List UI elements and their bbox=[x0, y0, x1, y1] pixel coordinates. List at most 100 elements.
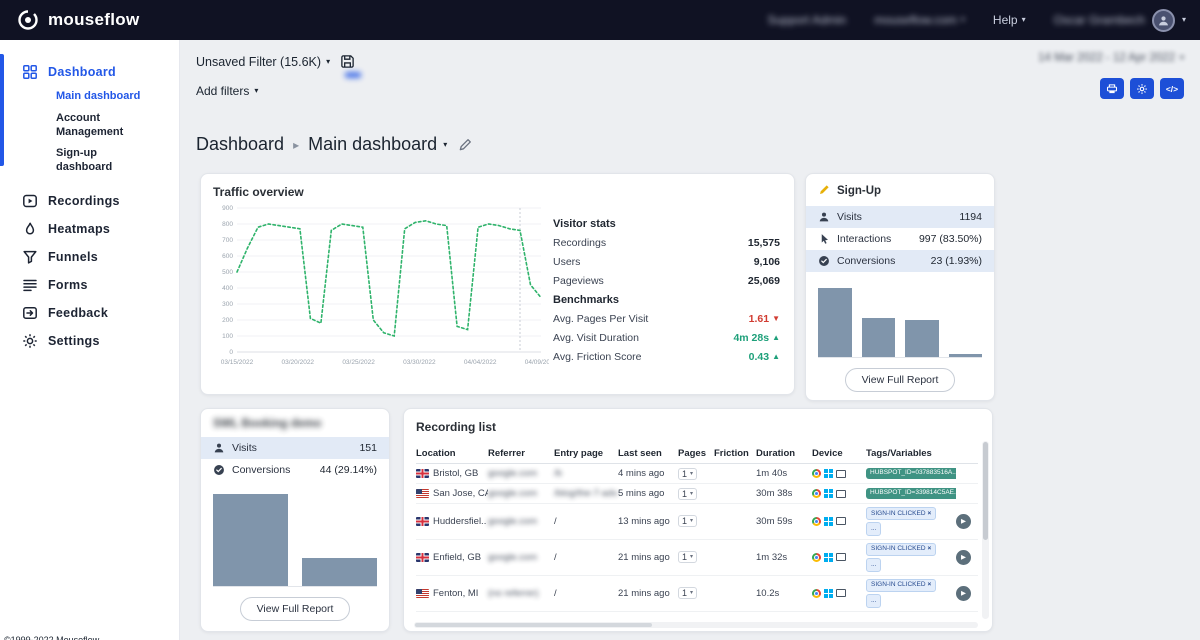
breadcrumb-current-dropdown[interactable]: Main dashboard ▾ bbox=[308, 134, 447, 155]
sidebar-item-feedback[interactable]: Feedback bbox=[0, 299, 179, 327]
mouseflow-logo-icon bbox=[16, 8, 40, 32]
tag-badge[interactable]: ... bbox=[866, 522, 882, 536]
sidebar-item-funnels[interactable]: Funnels bbox=[0, 243, 179, 271]
unsaved-filter-dropdown[interactable]: Unsaved Filter (15.6K) ▾ bbox=[196, 55, 330, 69]
traffic-line-chart[interactable]: 0 100 200 300 400 500 600 700 800 900 03/15/2022 03… bbox=[209, 200, 558, 386]
vertical-scrollbar[interactable] bbox=[982, 441, 989, 619]
svg-text:04/09/2022: 04/09/2022 bbox=[525, 359, 549, 366]
remove-tag-icon[interactable]: × bbox=[928, 581, 932, 588]
svg-text:03/15/2022: 03/15/2022 bbox=[221, 359, 254, 366]
brand[interactable]: mouseflow bbox=[16, 8, 140, 32]
cursor-click-icon bbox=[818, 233, 830, 245]
horizontal-scrollbar[interactable] bbox=[414, 622, 978, 628]
active-section-indicator bbox=[0, 54, 4, 166]
help-label: Help bbox=[992, 13, 1018, 27]
dashboard-settings-button[interactable] bbox=[1130, 78, 1154, 99]
embed-code-button[interactable]: </> bbox=[1160, 78, 1184, 99]
sidebar-item-forms[interactable]: Forms bbox=[0, 271, 179, 299]
tag-badge[interactable]: SIGN-IN CLICKED × bbox=[866, 507, 937, 521]
sidebar-item-settings[interactable]: Settings bbox=[0, 327, 179, 355]
demo-conversions-row[interactable]: Conversions 44 (29.14%) bbox=[201, 459, 389, 481]
breadcrumb-section[interactable]: Dashboard bbox=[196, 134, 284, 155]
date-range-picker[interactable]: 14 Mar 2022 - 12 Apr 2022 ▾ bbox=[1038, 52, 1184, 64]
pages-dropdown[interactable]: 1 ▾ bbox=[678, 487, 698, 500]
windows-os-icon bbox=[824, 588, 833, 598]
pencil-icon bbox=[818, 183, 831, 199]
svg-text:700: 700 bbox=[222, 237, 233, 244]
edit-dashboard-icon[interactable] bbox=[458, 137, 473, 152]
pages-dropdown[interactable]: 1 ▾ bbox=[678, 551, 698, 564]
flag-us-icon bbox=[416, 588, 429, 598]
mouseflow-app: mouseflow Support Admin mouseflow.com ▾ … bbox=[0, 0, 1200, 640]
demo-visits-row[interactable]: Visits 151 bbox=[201, 437, 389, 459]
stat-row: Pageviews 25,069 bbox=[553, 274, 780, 287]
scrollbar-thumb[interactable] bbox=[415, 623, 652, 627]
signup-visits-row[interactable]: Visits 1194 bbox=[806, 206, 994, 228]
print-button[interactable] bbox=[1100, 78, 1124, 99]
tag-badge[interactable]: HUBSPOT_ID=037883516A... bbox=[866, 467, 956, 480]
visitor-stats-heading: Visitor stats bbox=[553, 217, 616, 230]
save-filter-icon[interactable] bbox=[340, 54, 355, 69]
pages-dropdown[interactable]: 1 ▾ bbox=[678, 515, 698, 528]
scrollbar-thumb[interactable] bbox=[983, 442, 988, 540]
chrome-browser-icon bbox=[812, 516, 821, 526]
monitor-device-icon bbox=[836, 553, 846, 562]
table-header: Location Referrer Entry page Last seen Pages… bbox=[416, 443, 978, 464]
windows-os-icon bbox=[824, 552, 833, 562]
sidebar-item-account-management[interactable]: Account Management bbox=[0, 108, 179, 144]
tag-badge[interactable]: HUBSPOT_ID=339814C5AE... bbox=[866, 487, 956, 500]
chevron-down-icon: ▾ bbox=[1021, 15, 1026, 24]
signup-card-title: Sign-Up bbox=[837, 185, 882, 197]
support-admin-link[interactable]: Support Admin bbox=[767, 13, 846, 27]
signup-interactions-row[interactable]: Interactions 997 (83.50%) bbox=[806, 228, 994, 250]
bar bbox=[213, 493, 288, 586]
tag-badge[interactable]: SIGN-IN CLICKED × bbox=[866, 578, 937, 593]
demo-card-title: SWL Booking demo bbox=[213, 418, 322, 430]
table-row[interactable]: San Jose, CA google.com/blog/the-7-adv...… bbox=[416, 484, 978, 504]
trend-up-icon: ▲ bbox=[772, 333, 780, 342]
sidebar-label: Heatmaps bbox=[48, 221, 111, 236]
pages-dropdown[interactable]: 1 ▾ bbox=[678, 587, 698, 600]
tag-badge[interactable]: SIGN-IN CLICKED × bbox=[866, 542, 937, 557]
remove-tag-icon[interactable]: × bbox=[928, 510, 932, 517]
monitor-device-icon bbox=[836, 469, 846, 478]
signup-conversions-row[interactable]: Conversions 23 (1.93%) bbox=[806, 250, 994, 272]
sidebar-item-signup-dashboard[interactable]: Sign-up dashboard bbox=[0, 143, 179, 179]
topbar: mouseflow Support Admin mouseflow.com ▾ … bbox=[0, 0, 1200, 40]
sidebar-item-dashboard[interactable]: Dashboard bbox=[0, 58, 179, 86]
table-row[interactable]: Bristol, GB google.com/b 4 mins ago 1 ▾ 1m 40… bbox=[416, 464, 978, 484]
table-row[interactable]: Fenton, MI (no referrer)/21 mins ago 1 ▾ 10.… bbox=[416, 576, 978, 612]
breadcrumb: Dashboard ▸ Main dashboard ▾ bbox=[196, 134, 473, 155]
view-full-report-button[interactable]: View Full Report bbox=[844, 368, 956, 392]
help-menu[interactable]: Help ▾ bbox=[993, 13, 1026, 27]
play-recording-button[interactable]: ▶ bbox=[956, 549, 971, 565]
user-menu[interactable]: Oscar Grambech ▾ bbox=[1054, 8, 1186, 32]
sidebar-item-recordings[interactable]: Recordings bbox=[0, 187, 179, 215]
account-domain-menu[interactable]: mouseflow.com ▾ bbox=[874, 13, 965, 27]
svg-text:500: 500 bbox=[222, 269, 233, 276]
topnav: Support Admin mouseflow.com ▾ Help ▾ Osc… bbox=[767, 8, 1186, 32]
recordings-play-icon bbox=[22, 193, 38, 209]
svg-text:600: 600 bbox=[222, 253, 233, 260]
svg-text:03/20/2022: 03/20/2022 bbox=[282, 359, 315, 366]
play-recording-button[interactable]: ▶ bbox=[956, 513, 971, 529]
sidebar-item-main-dashboard[interactable]: Main dashboard bbox=[0, 86, 179, 108]
pages-dropdown[interactable]: 1 ▾ bbox=[678, 467, 698, 480]
add-filters-dropdown[interactable]: Add filters ▾ bbox=[196, 84, 258, 98]
table-row[interactable]: Huddersfiel.. google.com/13 mins ago 1 ▾ 30m… bbox=[416, 504, 978, 540]
sidebar-item-heatmaps[interactable]: Heatmaps bbox=[0, 215, 179, 243]
redacted-filter-link[interactable] bbox=[345, 72, 361, 78]
feedback-icon bbox=[22, 305, 38, 321]
sidebar-label: Settings bbox=[48, 333, 100, 348]
remove-tag-icon[interactable]: × bbox=[928, 545, 932, 552]
tag-badge[interactable]: ... bbox=[866, 558, 882, 572]
svg-text:200: 200 bbox=[222, 317, 233, 324]
avatar bbox=[1151, 8, 1175, 32]
play-recording-button[interactable]: ▶ bbox=[956, 585, 971, 601]
flag-us-icon bbox=[416, 489, 429, 498]
tag-badge[interactable]: ... bbox=[866, 594, 882, 608]
view-full-report-button[interactable]: View Full Report bbox=[239, 597, 351, 621]
svg-text:300: 300 bbox=[222, 301, 233, 308]
chevron-down-icon: ▾ bbox=[1181, 15, 1186, 24]
table-row[interactable]: Enfield, GB google.com/21 mins ago 1 ▾ 1m 32… bbox=[416, 540, 978, 576]
